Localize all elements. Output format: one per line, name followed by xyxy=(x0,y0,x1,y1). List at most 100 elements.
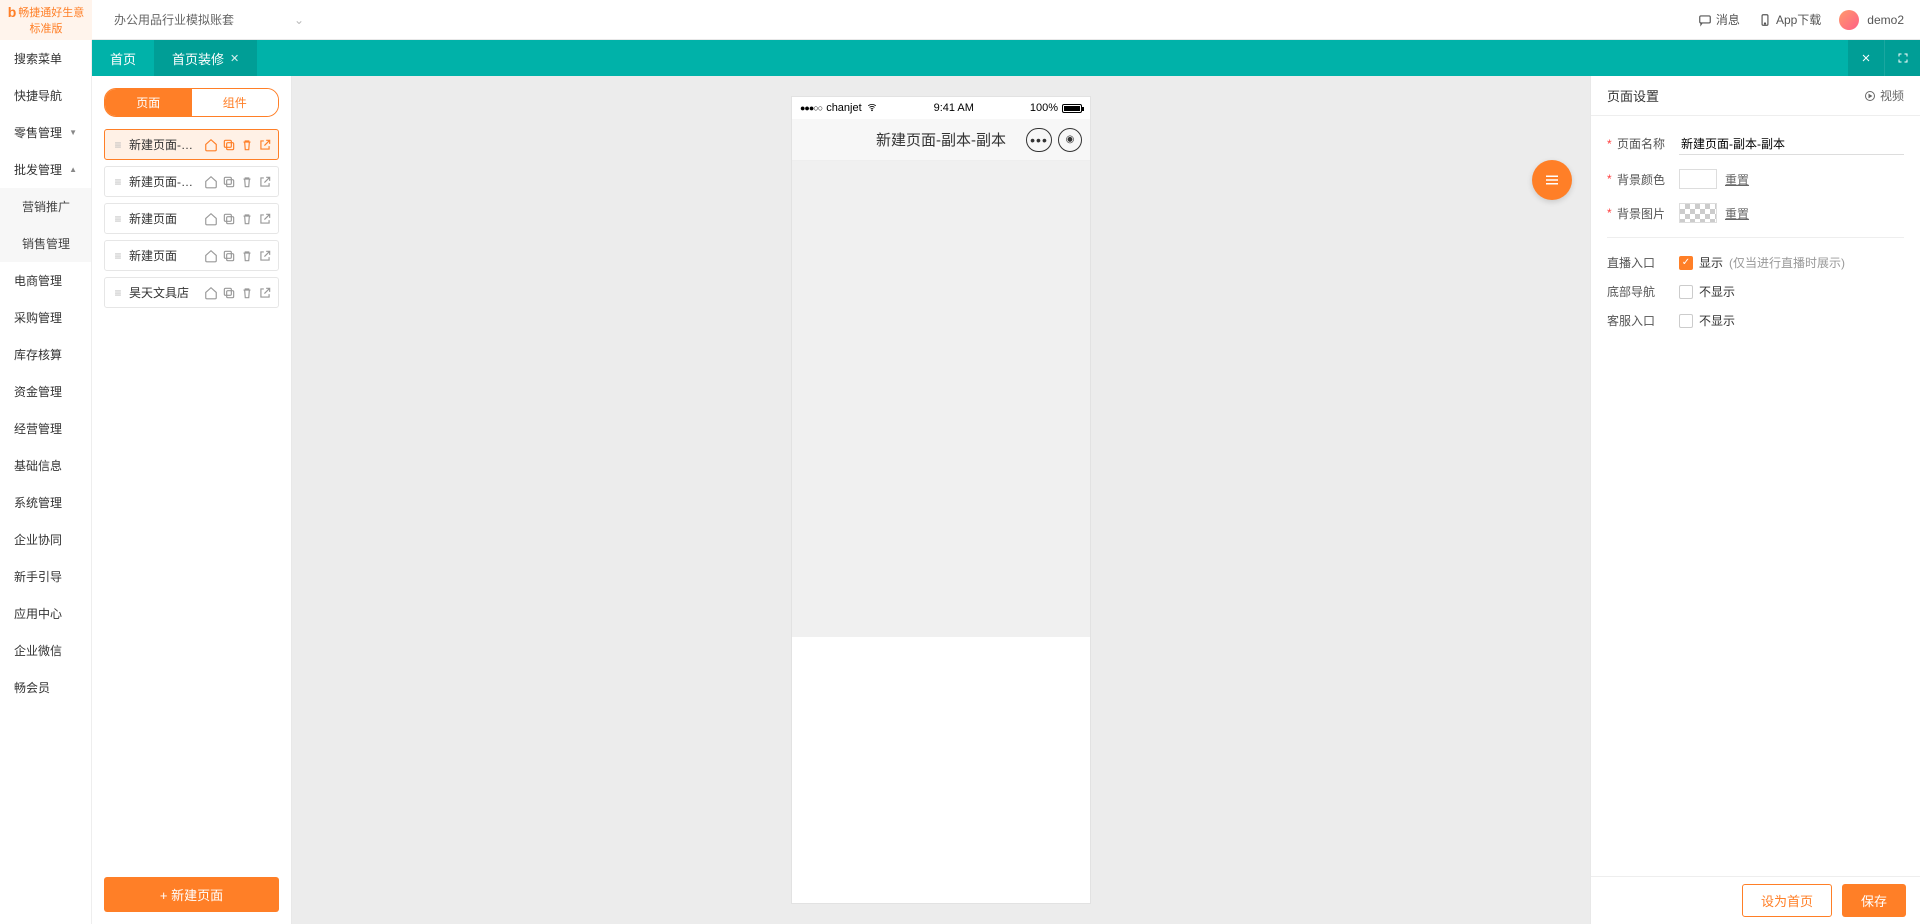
service-checkbox[interactable] xyxy=(1679,314,1693,328)
drag-handle-icon[interactable]: ≡ xyxy=(111,175,125,189)
page-list-panel: 页面 组件 ≡ 新建页面-副本… ≡ 新建页面-副本 xyxy=(92,76,292,924)
nav-guide[interactable]: 新手引导 xyxy=(0,558,91,595)
required-mark: * xyxy=(1607,172,1617,186)
tab-close-button[interactable] xyxy=(1848,40,1884,76)
phone-body[interactable] xyxy=(792,161,1090,637)
trash-icon[interactable] xyxy=(240,286,254,300)
nav-coop[interactable]: 企业协同 xyxy=(0,521,91,558)
set-home-button[interactable]: 设为首页 xyxy=(1742,884,1832,917)
menu-icon xyxy=(1543,171,1561,189)
edition-badge: 标准版 xyxy=(30,20,63,36)
settings-panel: 页面设置 视频 * 页面名称 * 背景颜色 xyxy=(1590,76,1920,924)
phone-icon xyxy=(1758,13,1772,27)
page-row[interactable]: ≡ 新建页面 xyxy=(104,240,279,271)
bottom-nav-text: 不显示 xyxy=(1699,283,1735,300)
bg-image-swatch[interactable] xyxy=(1679,203,1717,223)
nav-funds[interactable]: 资金管理 xyxy=(0,373,91,410)
tab-home[interactable]: 首页 xyxy=(92,40,154,76)
carrier-label: chanjet xyxy=(826,102,861,114)
mini-menu-button[interactable]: ••• xyxy=(1026,128,1052,152)
external-icon[interactable] xyxy=(258,212,272,226)
nav-sales-mgmt[interactable]: 销售管理 xyxy=(0,225,91,262)
fullscreen-button[interactable] xyxy=(1884,40,1920,76)
x-icon xyxy=(1860,52,1872,64)
home-icon[interactable] xyxy=(204,212,218,226)
bottom-nav-checkbox[interactable] xyxy=(1679,285,1693,299)
messages-button[interactable]: 消息 xyxy=(1698,11,1740,28)
trash-icon[interactable] xyxy=(240,249,254,263)
copy-icon[interactable] xyxy=(222,138,236,152)
tab-strip: 首页 首页装修 ✕ xyxy=(92,40,1920,76)
external-icon[interactable] xyxy=(258,286,272,300)
external-icon[interactable] xyxy=(258,249,272,263)
nav-quick[interactable]: 快捷导航 xyxy=(0,77,91,114)
page-row[interactable]: ≡ 昊天文具店 xyxy=(104,277,279,308)
live-text: 显示 xyxy=(1699,254,1723,271)
reset-bg-image[interactable]: 重置 xyxy=(1725,205,1749,222)
tab-pages[interactable]: 页面 xyxy=(105,89,192,116)
nav-marketing[interactable]: 营销推广 xyxy=(0,188,91,225)
reset-bg-color[interactable]: 重置 xyxy=(1725,171,1749,188)
nav-basic[interactable]: 基础信息 xyxy=(0,447,91,484)
nav-wecom[interactable]: 企业微信 xyxy=(0,632,91,669)
user-menu[interactable]: demo2 xyxy=(1839,10,1904,30)
page-row[interactable]: ≡ 新建页面 xyxy=(104,203,279,234)
nav-apps[interactable]: 应用中心 xyxy=(0,595,91,632)
nav-ecommerce[interactable]: 电商管理 xyxy=(0,262,91,299)
home-icon[interactable] xyxy=(204,286,218,300)
divider xyxy=(1607,237,1904,238)
mini-target-button[interactable]: ◉ xyxy=(1058,128,1082,152)
org-selector[interactable]: 办公用品行业模拟账套 ⌄ xyxy=(108,7,310,32)
nav-operation[interactable]: 经营管理 xyxy=(0,410,91,447)
top-bar: b 畅捷通好生意 标准版 办公用品行业模拟账套 ⌄ 消息 App下载 demo2 xyxy=(0,0,1920,40)
trash-icon[interactable] xyxy=(240,175,254,189)
home-icon[interactable] xyxy=(204,175,218,189)
page-row[interactable]: ≡ 新建页面-副本 xyxy=(104,166,279,197)
live-hint: (仅当进行直播时展示) xyxy=(1729,254,1845,271)
bg-image-label: 背景图片 xyxy=(1617,205,1679,222)
home-icon[interactable] xyxy=(204,249,218,263)
external-icon[interactable] xyxy=(258,175,272,189)
org-name: 办公用品行业模拟账套 xyxy=(114,11,234,28)
bg-color-swatch[interactable] xyxy=(1679,169,1717,189)
tab-components[interactable]: 组件 xyxy=(192,89,279,116)
nav-member[interactable]: 畅会员 xyxy=(0,669,91,706)
tab-page-editor[interactable]: 首页装修 ✕ xyxy=(154,40,257,76)
app-download-button[interactable]: App下载 xyxy=(1758,11,1821,28)
page-row[interactable]: ≡ 新建页面-副本… xyxy=(104,129,279,160)
drag-handle-icon[interactable]: ≡ xyxy=(111,212,125,226)
live-checkbox[interactable]: ✓ xyxy=(1679,256,1693,270)
drag-handle-icon[interactable]: ≡ xyxy=(111,138,125,152)
copy-icon[interactable] xyxy=(222,175,236,189)
video-link[interactable]: 视频 xyxy=(1864,87,1904,104)
live-entry-label: 直播入口 xyxy=(1607,254,1679,271)
nav-wholesale[interactable]: 批发管理 ▲ xyxy=(0,151,91,188)
copy-icon[interactable] xyxy=(222,286,236,300)
nav-system[interactable]: 系统管理 xyxy=(0,484,91,521)
required-mark: * xyxy=(1607,206,1617,220)
panel-toggle-fab[interactable] xyxy=(1532,160,1572,200)
nav-retail[interactable]: 零售管理 ▼ xyxy=(0,114,91,151)
drag-handle-icon[interactable]: ≡ xyxy=(111,249,125,263)
expand-icon xyxy=(1897,52,1909,64)
page-name-input[interactable] xyxy=(1679,132,1904,155)
required-mark: * xyxy=(1607,137,1617,151)
external-icon[interactable] xyxy=(258,138,272,152)
new-page-button[interactable]: + 新建页面 xyxy=(104,877,279,912)
brand-name: 畅捷通好生意 xyxy=(18,4,84,20)
copy-icon[interactable] xyxy=(222,249,236,263)
copy-icon[interactable] xyxy=(222,212,236,226)
home-icon[interactable] xyxy=(204,138,218,152)
clock: 9:41 AM xyxy=(934,102,974,114)
nav-inventory[interactable]: 库存核算 xyxy=(0,336,91,373)
save-button[interactable]: 保存 xyxy=(1842,884,1906,917)
signal-icon: ●●●○○ xyxy=(800,103,822,113)
nav-search-menu[interactable]: 搜索菜单 xyxy=(0,40,91,77)
trash-icon[interactable] xyxy=(240,138,254,152)
close-icon[interactable]: ✕ xyxy=(230,52,239,65)
phone-frame: ●●●○○ chanjet 9:41 AM 100% xyxy=(791,96,1091,904)
nav-purchase[interactable]: 采购管理 xyxy=(0,299,91,336)
page-rows: ≡ 新建页面-副本… ≡ 新建页面-副本 xyxy=(104,129,279,869)
drag-handle-icon[interactable]: ≡ xyxy=(111,286,125,300)
trash-icon[interactable] xyxy=(240,212,254,226)
